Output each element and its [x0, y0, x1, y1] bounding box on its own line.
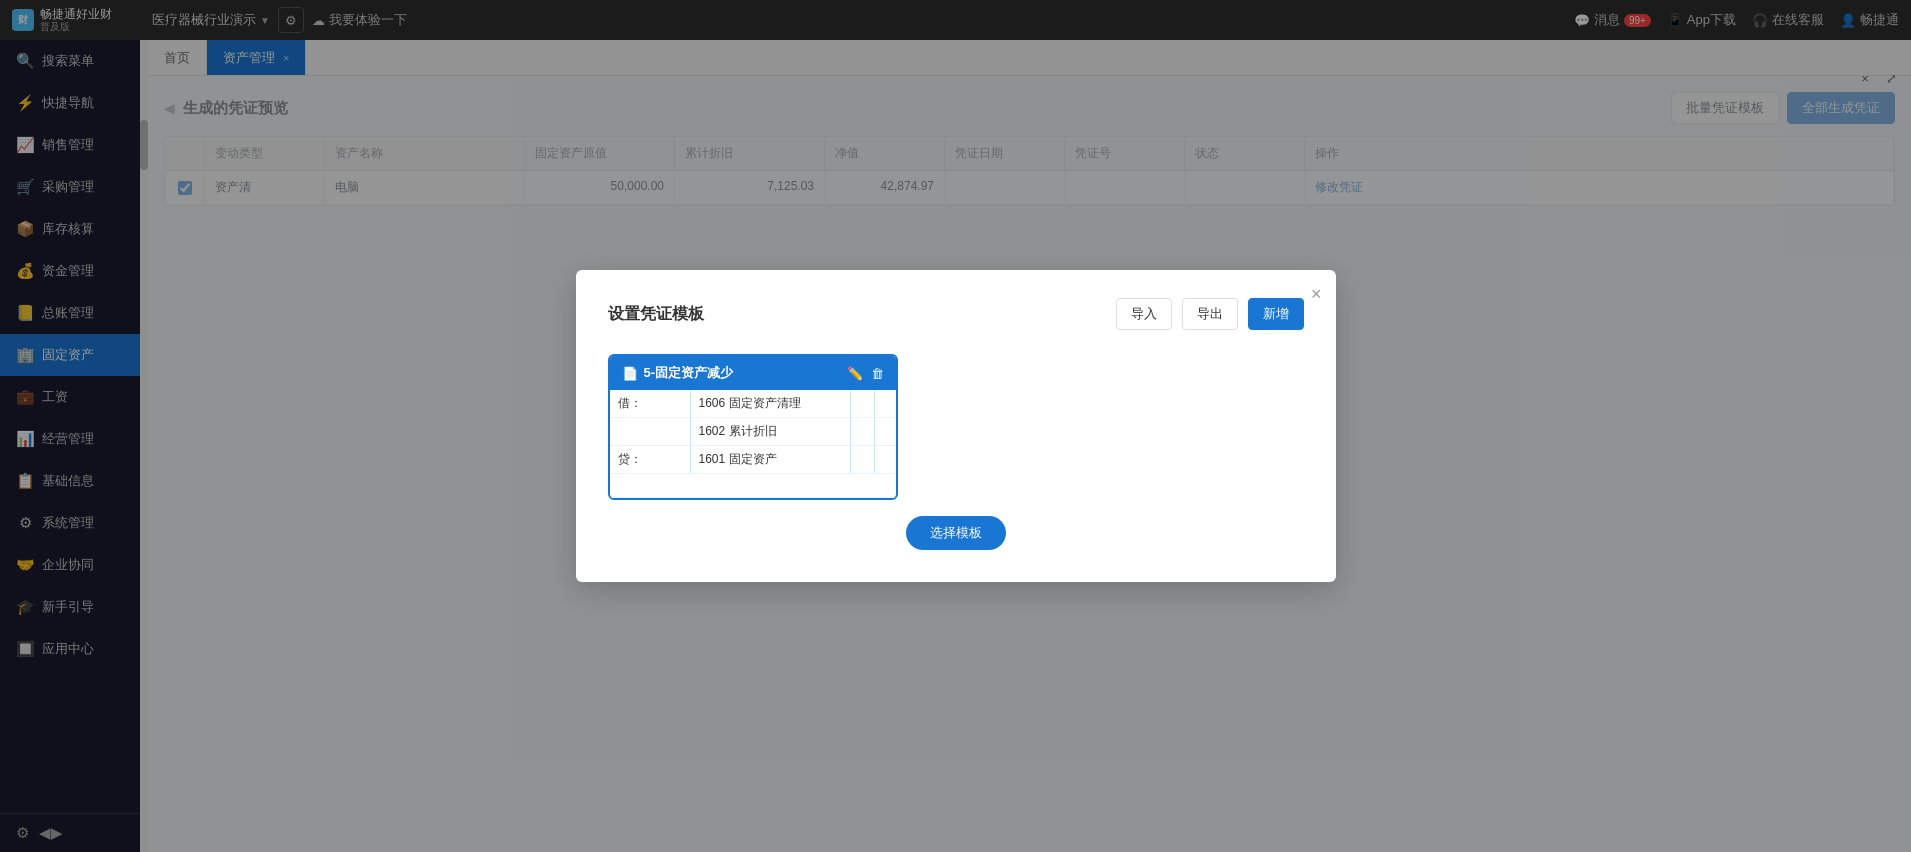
export-button[interactable]: 导出 [1182, 298, 1238, 330]
template-doc-icon: 📄 [622, 366, 638, 381]
template-entry-1: 借： 1606 固定资产清理 [610, 390, 896, 418]
modal-title: 设置凭证模板 [608, 304, 704, 325]
select-template-button[interactable]: 选择模板 [906, 516, 1006, 550]
new-button[interactable]: 新增 [1248, 298, 1304, 330]
template-entry-empty [610, 474, 896, 498]
template-entry-2: 1602 累计折旧 [610, 418, 896, 446]
import-button[interactable]: 导入 [1116, 298, 1172, 330]
template-entry-3: 贷： 1601 固定资产 [610, 446, 896, 474]
template-card-title: 📄 5-固定资产减少 [622, 364, 734, 382]
template-card: 📄 5-固定资产减少 ✏️ 🗑 借： 1606 固定资产清理 [608, 354, 898, 500]
template-card-header: 📄 5-固定资产减少 ✏️ 🗑 [610, 356, 896, 390]
modal-header: 设置凭证模板 导入 导出 新增 [608, 298, 1304, 330]
template-delete-icon[interactable]: 🗑 [871, 366, 884, 381]
modal-inner: 设置凭证模板 导入 导出 新增 📄 5-固定资产减少 ✏️ 🗑 [576, 270, 1336, 582]
template-name: 5-固定资产减少 [644, 364, 734, 382]
template-edit-icon[interactable]: ✏️ [847, 366, 863, 381]
template-card-actions: ✏️ 🗑 [847, 366, 884, 381]
modal-overlay: 设置凭证模板 导入 导出 新增 📄 5-固定资产减少 ✏️ 🗑 [0, 0, 1911, 852]
template-card-body: 借： 1606 固定资产清理 1602 累计折旧 贷： 1601 固定资产 [610, 390, 896, 498]
modal-action-buttons: 导入 导出 新增 [1116, 298, 1304, 330]
modal-close-button[interactable]: × [1311, 284, 1322, 305]
modal-dialog: 设置凭证模板 导入 导出 新增 📄 5-固定资产减少 ✏️ 🗑 [576, 270, 1336, 582]
